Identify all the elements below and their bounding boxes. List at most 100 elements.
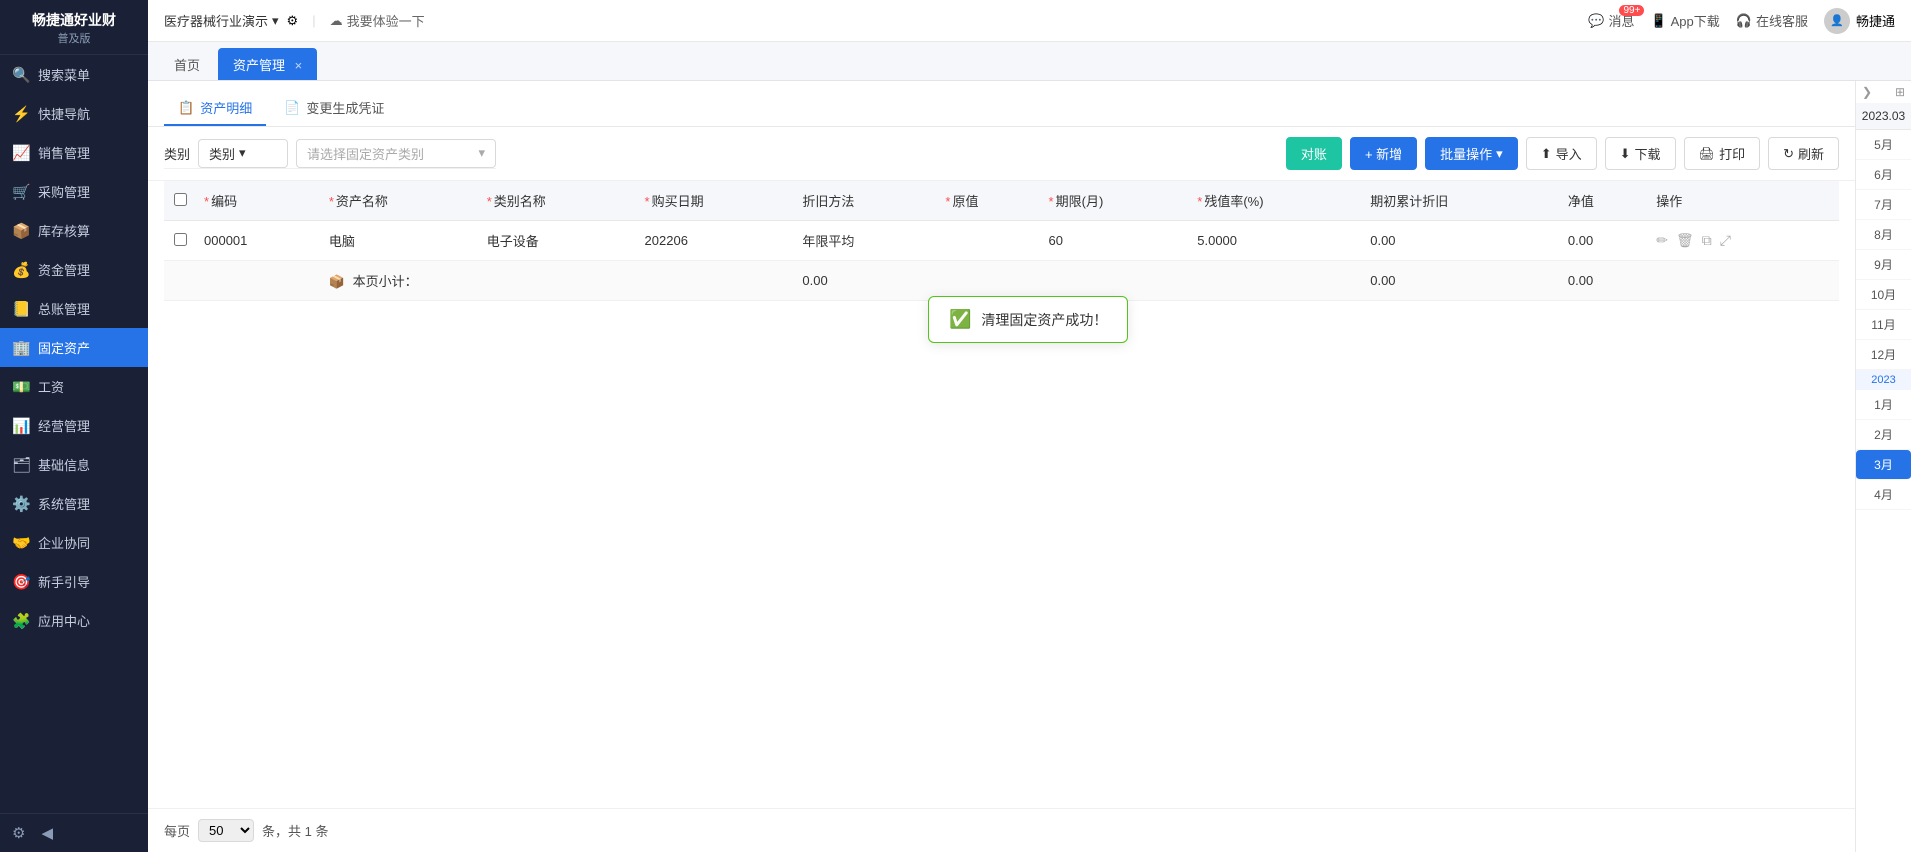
user-menu[interactable]: 👤 畅捷通 <box>1824 8 1895 34</box>
cal-month-item[interactable]: 11月 <box>1856 310 1911 340</box>
col-accumulated: 期初累计折旧 <box>1362 181 1560 221</box>
copy-icon[interactable]: ⧉ <box>1702 232 1712 249</box>
batch-button[interactable]: 批量操作 ▾ <box>1425 137 1518 170</box>
menu-icon: 🔍 <box>12 66 30 84</box>
collapse-icon[interactable]: ◀ <box>41 824 53 842</box>
menu-label: 采购管理 <box>38 182 90 201</box>
batch-chevron-icon: ▾ <box>1496 146 1503 162</box>
sidebar-item-基础信息[interactable]: 🗂基础信息 <box>0 445 148 484</box>
online-support-button[interactable]: 🎧 在线客服 <box>1736 11 1808 30</box>
refresh-button[interactable]: ↻ 刷新 <box>1768 137 1839 170</box>
cal-month-item[interactable]: 3月 <box>1856 450 1911 480</box>
tab-label: 资产管理 <box>233 58 285 73</box>
import-icon: ⬆ <box>1541 146 1552 162</box>
category-filter-select[interactable]: 类别 ▾ <box>198 139 288 168</box>
cal-month-item[interactable]: 12月 <box>1856 340 1911 370</box>
calendar-collapse-icon[interactable]: ❯ <box>1862 85 1872 99</box>
menu-label: 快捷导航 <box>38 104 90 123</box>
menu-icon: 📊 <box>12 417 30 435</box>
tab-close-icon[interactable]: × <box>295 58 303 73</box>
cal-month-item[interactable]: 1月 <box>1856 390 1911 420</box>
experience-label: 我要体验一下 <box>347 11 425 30</box>
cal-month-item[interactable]: 9月 <box>1856 250 1911 280</box>
topbar: 医疗器械行业演示 ▾ ⚙ | ☁ 我要体验一下 💬 消息 99+ 📱 App下载… <box>148 0 1911 42</box>
menu-label: 系统管理 <box>38 494 90 513</box>
cal-month-item[interactable]: 5月 <box>1856 130 1911 160</box>
select-all-checkbox[interactable] <box>174 193 187 206</box>
subtotal-net: 0.00 <box>1560 261 1648 301</box>
sidebar-item-库存核算[interactable]: 📦库存核算 <box>0 211 148 250</box>
main-area: 医疗器械行业演示 ▾ ⚙ | ☁ 我要体验一下 💬 消息 99+ 📱 App下载… <box>148 0 1911 852</box>
subtotal-label: 本页小计： <box>353 274 418 289</box>
sidebar-item-经营管理[interactable]: 📊经营管理 <box>0 406 148 445</box>
delete-icon[interactable]: 🗑 <box>1676 232 1694 249</box>
per-page-select[interactable]: 50 10 20 100 <box>198 819 254 842</box>
filter-area: 类别 类别 ▾ 请选择固定资产类别 ▾ <box>164 139 496 169</box>
cal-month-item[interactable]: 10月 <box>1856 280 1911 310</box>
calendar-expand-icon[interactable]: ⊞ <box>1895 85 1905 99</box>
cell-accumulated: 0.00 <box>1362 221 1560 261</box>
cell-depreciation: 年限平均 <box>794 221 937 261</box>
edit-icon[interactable]: ✏ <box>1656 232 1668 249</box>
category-type-select[interactable]: 请选择固定资产类别 ▾ <box>296 139 496 168</box>
menu-icon: 🛒 <box>12 183 30 201</box>
calendar-current-months: 1月2月3月4月 <box>1856 390 1911 510</box>
refresh-icon: ↻ <box>1783 146 1794 162</box>
cal-month-item[interactable]: 4月 <box>1856 480 1911 510</box>
col-residual-rate: *残值率(%) <box>1189 181 1362 221</box>
menu-label: 销售管理 <box>38 143 90 162</box>
col-period: *期限(月) <box>1041 181 1190 221</box>
category-select-value: 类别 <box>209 144 235 163</box>
sidebar-item-采购管理[interactable]: 🛒 采购管理 <box>0 172 148 211</box>
sidebar-item-固定资产[interactable]: 🏢固定资产 <box>0 328 148 367</box>
duzh-label: 对账 <box>1301 144 1327 163</box>
menu-label: 资金管理 <box>38 260 90 279</box>
calendar-panel: ❯ ⊞ 2023.03 5月6月7月8月9月10月11月12月 2023 1月2… <box>1855 81 1911 852</box>
new-label: + 新增 <box>1365 144 1402 163</box>
app-download-button[interactable]: 📱 App下载 <box>1650 11 1719 30</box>
more-icon[interactable]: ⤢ <box>1720 232 1731 249</box>
sidebar-item-应用中心[interactable]: 🧩应用中心 <box>0 601 148 640</box>
table-container: *编码 *资产名称 *类别名称 *购买日期 折旧方法 *原值 *期限(月) *残… <box>148 181 1855 808</box>
print-button[interactable]: 🖨 打印 <box>1684 137 1761 170</box>
menu-icon: 📒 <box>12 300 30 318</box>
sidebar-item-快捷导航[interactable]: ⚡ 快捷导航 <box>0 94 148 133</box>
cal-month-item[interactable]: 6月 <box>1856 160 1911 190</box>
sidebar-item-总账管理[interactable]: 📒总账管理 <box>0 289 148 328</box>
tab-asset-management[interactable]: 资产管理 × <box>218 48 317 80</box>
experience-button[interactable]: ☁ 我要体验一下 <box>330 11 425 30</box>
cell-purchase-date: 202206 <box>637 221 795 261</box>
cal-month-item[interactable]: 7月 <box>1856 190 1911 220</box>
messages-button[interactable]: 💬 消息 99+ <box>1588 11 1634 30</box>
sidebar-item-搜索菜单[interactable]: 🔍搜索菜单 <box>0 55 148 94</box>
sidebar-item-资金管理[interactable]: 💰资金管理 <box>0 250 148 289</box>
calendar-year-section: 2023 <box>1856 370 1911 390</box>
subtotal-accumulated: 0.00 <box>1362 261 1560 301</box>
cal-month-item[interactable]: 8月 <box>1856 220 1911 250</box>
tab-home[interactable]: 首页 <box>160 49 214 80</box>
menu-label: 新手引导 <box>38 572 90 591</box>
col-original-value: *原值 <box>937 181 1040 221</box>
settings-icon[interactable]: ⚙ <box>12 824 25 842</box>
sub-tab-change-voucher[interactable]: 📄 变更生成凭证 <box>270 91 398 126</box>
company-selector[interactable]: 医疗器械行业演示 ▾ <box>164 11 279 30</box>
download-button[interactable]: ⬇ 下载 <box>1605 137 1676 170</box>
content-area: 📋 资产明细 📄 变更生成凭证 类别 类别 ▾ 请选择固定资产 <box>148 81 1911 852</box>
sidebar-item-系统管理[interactable]: ⚙️系统管理 <box>0 484 148 523</box>
sidebar-item-企业协同[interactable]: 🤝企业协同 <box>0 523 148 562</box>
sub-tab-asset-detail[interactable]: 📋 资产明细 <box>164 91 266 126</box>
cal-month-item[interactable]: 2月 <box>1856 420 1911 450</box>
row-checkbox[interactable] <box>174 233 187 246</box>
menu-icon: 💵 <box>12 378 30 396</box>
duzh-button[interactable]: 对账 <box>1286 137 1342 170</box>
sidebar-item-销售管理[interactable]: 📈销售管理 <box>0 133 148 172</box>
import-button[interactable]: ⬆ 导入 <box>1526 137 1597 170</box>
sidebar-item-工资[interactable]: 💵工资 <box>0 367 148 406</box>
sub-tabs: 📋 资产明细 📄 变更生成凭证 <box>148 81 1855 127</box>
topbar-gear-icon[interactable]: ⚙ <box>287 13 299 29</box>
menu-label: 库存核算 <box>38 221 90 240</box>
sidebar-item-新手引导[interactable]: 🎯新手引导 <box>0 562 148 601</box>
menu-icon: ⚡ <box>12 105 30 123</box>
new-button[interactable]: + 新增 <box>1350 137 1417 170</box>
asset-table: *编码 *资产名称 *类别名称 *购买日期 折旧方法 *原值 *期限(月) *残… <box>164 181 1839 301</box>
